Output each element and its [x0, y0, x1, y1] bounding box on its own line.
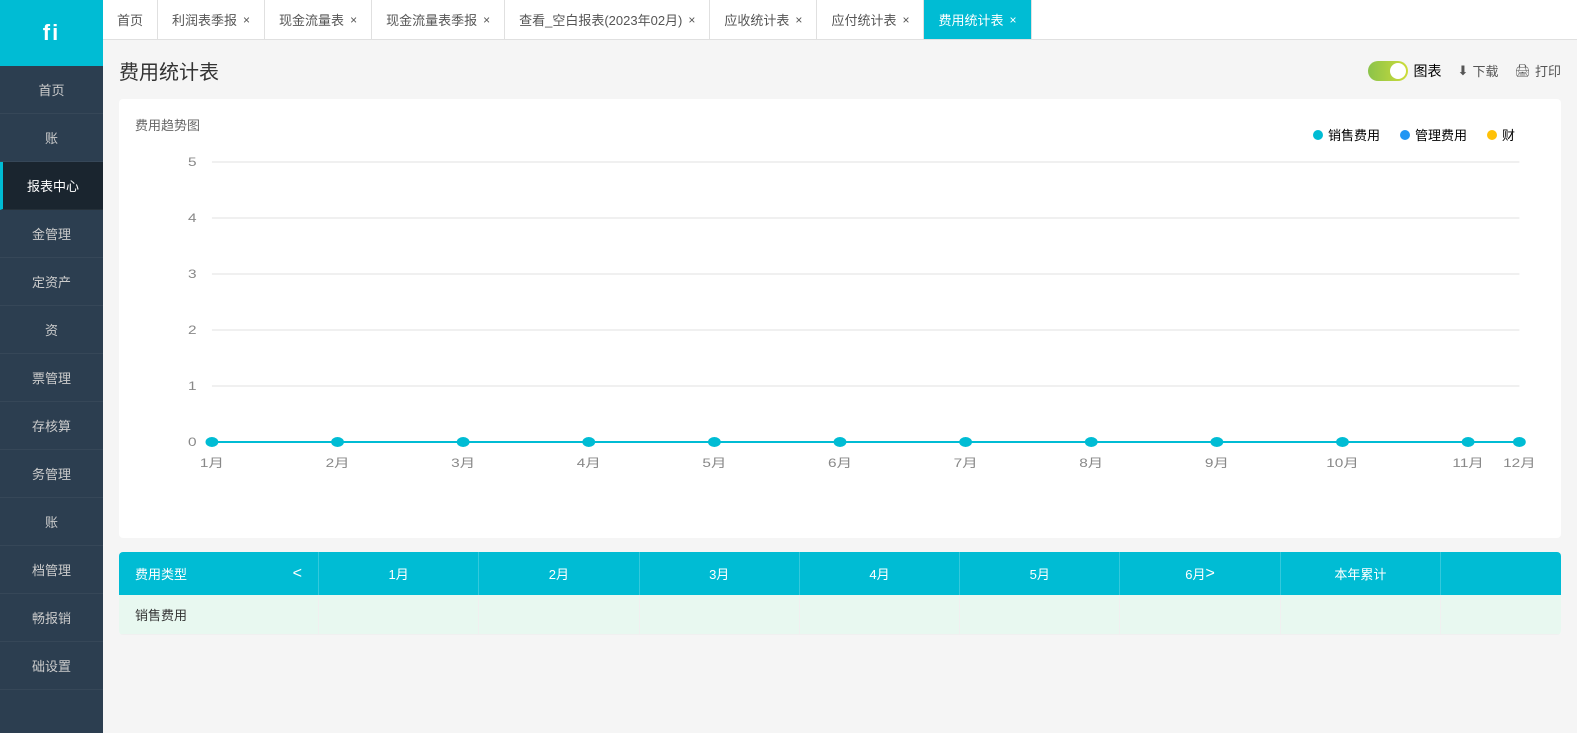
- tab-home[interactable]: 首页: [103, 0, 158, 39]
- header-actions: 图表 ⬇ 下载 🖨 打印: [1368, 61, 1561, 81]
- sidebar-item-settings[interactable]: 础设置: [0, 642, 103, 690]
- cell-sales-m5: [960, 595, 1120, 634]
- cell-type-sales: 销售费用: [119, 595, 319, 634]
- svg-text:2月: 2月: [326, 457, 350, 470]
- tab-close-cashflow-quarterly[interactable]: ×: [483, 13, 490, 27]
- sidebar-item-home[interactable]: 首页: [0, 66, 103, 114]
- sidebar-item-investment[interactable]: 资: [0, 306, 103, 354]
- tab-close-receivable[interactable]: ×: [795, 13, 802, 27]
- tab-profit-quarterly[interactable]: 利润表季报 ×: [158, 0, 265, 39]
- header-ytd: 本年累计: [1281, 552, 1441, 595]
- tab-cashflow-quarterly[interactable]: 现金流量表季报 ×: [372, 0, 505, 39]
- table-header: 费用类型 < 1月 2月 3月 4月 5月 6月 > 本年累计: [119, 552, 1561, 595]
- svg-text:12月: 12月: [1503, 457, 1535, 470]
- svg-text:4: 4: [188, 212, 197, 225]
- sidebar-item-archive[interactable]: 档管理: [0, 546, 103, 594]
- page-title: 费用统计表: [119, 56, 219, 85]
- svg-text:8月: 8月: [1079, 457, 1103, 470]
- header-month-6: 6月 >: [1120, 552, 1280, 595]
- sidebar-item-inventory[interactable]: 存核算: [0, 402, 103, 450]
- svg-text:1: 1: [188, 380, 197, 393]
- chart-container: 5 4 3 2 1 0: [135, 142, 1545, 522]
- header-month-1: 1月: [319, 552, 479, 595]
- chart-toggle[interactable]: [1368, 61, 1408, 81]
- tab-close-cashflow[interactable]: ×: [350, 13, 357, 27]
- nav-prev[interactable]: <: [293, 565, 302, 583]
- svg-text:2: 2: [188, 324, 197, 337]
- svg-text:3月: 3月: [451, 457, 475, 470]
- svg-text:10月: 10月: [1326, 457, 1358, 470]
- header-month-5: 5月: [960, 552, 1120, 595]
- nav-next[interactable]: >: [1206, 565, 1215, 583]
- cell-sales-m4: [800, 595, 960, 634]
- chart-svg: 5 4 3 2 1 0: [135, 142, 1545, 502]
- download-button[interactable]: ⬇ 下载: [1458, 61, 1499, 80]
- app-logo: fi: [0, 0, 103, 66]
- cell-sales-m2: [479, 595, 639, 634]
- svg-text:7月: 7月: [954, 457, 978, 470]
- sidebar-item-report-center[interactable]: 报表中心: [0, 162, 103, 210]
- tab-close-payable[interactable]: ×: [902, 13, 909, 27]
- cell-sales-m6: [1120, 595, 1280, 634]
- chart-toggle-wrap: 图表: [1368, 61, 1442, 81]
- download-icon: ⬇: [1458, 63, 1469, 79]
- cell-sales-m1: [319, 595, 479, 634]
- svg-text:0: 0: [188, 436, 197, 449]
- tab-close-expense-stats[interactable]: ×: [1009, 13, 1016, 27]
- content-area: 费用统计表 图表 ⬇ 下载 🖨 打印 费用趋势图: [103, 40, 1577, 733]
- header-expense-type: 费用类型 <: [119, 552, 319, 595]
- page-header: 费用统计表 图表 ⬇ 下载 🖨 打印: [119, 56, 1561, 85]
- data-table: 费用类型 < 1月 2月 3月 4月 5月 6月 > 本年累计 销售费用: [119, 552, 1561, 635]
- svg-text:5: 5: [188, 156, 197, 169]
- tab-blank-report[interactable]: 查看_空白报表(2023年02月) ×: [505, 0, 710, 39]
- sidebar: fi 首页 账 报表中心 金管理 定资产 资 票管理 存核算 务管理 账 档管理…: [0, 0, 103, 733]
- sidebar-item-account[interactable]: 账: [0, 114, 103, 162]
- svg-text:9月: 9月: [1205, 457, 1229, 470]
- sidebar-item-finance[interactable]: 金管理: [0, 210, 103, 258]
- tab-bar: 首页 利润表季报 × 现金流量表 × 现金流量表季报 × 查看_空白报表(202…: [103, 0, 1577, 40]
- legend-dot-admin: [1400, 130, 1410, 140]
- tab-close-profit-quarterly[interactable]: ×: [243, 13, 250, 27]
- chart-toggle-label: 图表: [1414, 61, 1442, 81]
- header-month-3: 3月: [640, 552, 800, 595]
- svg-text:6月: 6月: [828, 457, 852, 470]
- svg-text:1月: 1月: [200, 457, 224, 470]
- legend-dot-sales: [1313, 130, 1323, 140]
- sidebar-item-ledger[interactable]: 账: [0, 498, 103, 546]
- tab-expense-stats[interactable]: 费用统计表 ×: [924, 0, 1031, 39]
- tab-payable[interactable]: 应付统计表 ×: [817, 0, 924, 39]
- table-row-sales: 销售费用: [119, 595, 1561, 635]
- cell-sales-m3: [640, 595, 800, 634]
- main-area: 首页 利润表季报 × 现金流量表 × 现金流量表季报 × 查看_空白报表(202…: [103, 0, 1577, 733]
- sidebar-item-fixed-assets[interactable]: 定资产: [0, 258, 103, 306]
- sidebar-item-expense[interactable]: 畅报销: [0, 594, 103, 642]
- legend-dot-finance: [1487, 130, 1497, 140]
- sidebar-item-business[interactable]: 务管理: [0, 450, 103, 498]
- print-button[interactable]: 🖨 打印: [1514, 61, 1561, 80]
- cell-sales-ytd: [1281, 595, 1441, 634]
- tab-receivable[interactable]: 应收统计表 ×: [710, 0, 817, 39]
- svg-text:11月: 11月: [1452, 457, 1483, 470]
- sidebar-item-ticket[interactable]: 票管理: [0, 354, 103, 402]
- print-icon: 🖨: [1514, 63, 1531, 79]
- tab-close-blank-report[interactable]: ×: [688, 13, 695, 27]
- tab-cashflow[interactable]: 现金流量表 ×: [265, 0, 372, 39]
- header-month-2: 2月: [479, 552, 639, 595]
- chart-card: 费用趋势图 销售费用 管理费用 财: [119, 99, 1561, 538]
- svg-text:5月: 5月: [702, 457, 726, 470]
- svg-text:3: 3: [188, 268, 197, 281]
- svg-text:4月: 4月: [577, 457, 601, 470]
- header-month-4: 4月: [800, 552, 960, 595]
